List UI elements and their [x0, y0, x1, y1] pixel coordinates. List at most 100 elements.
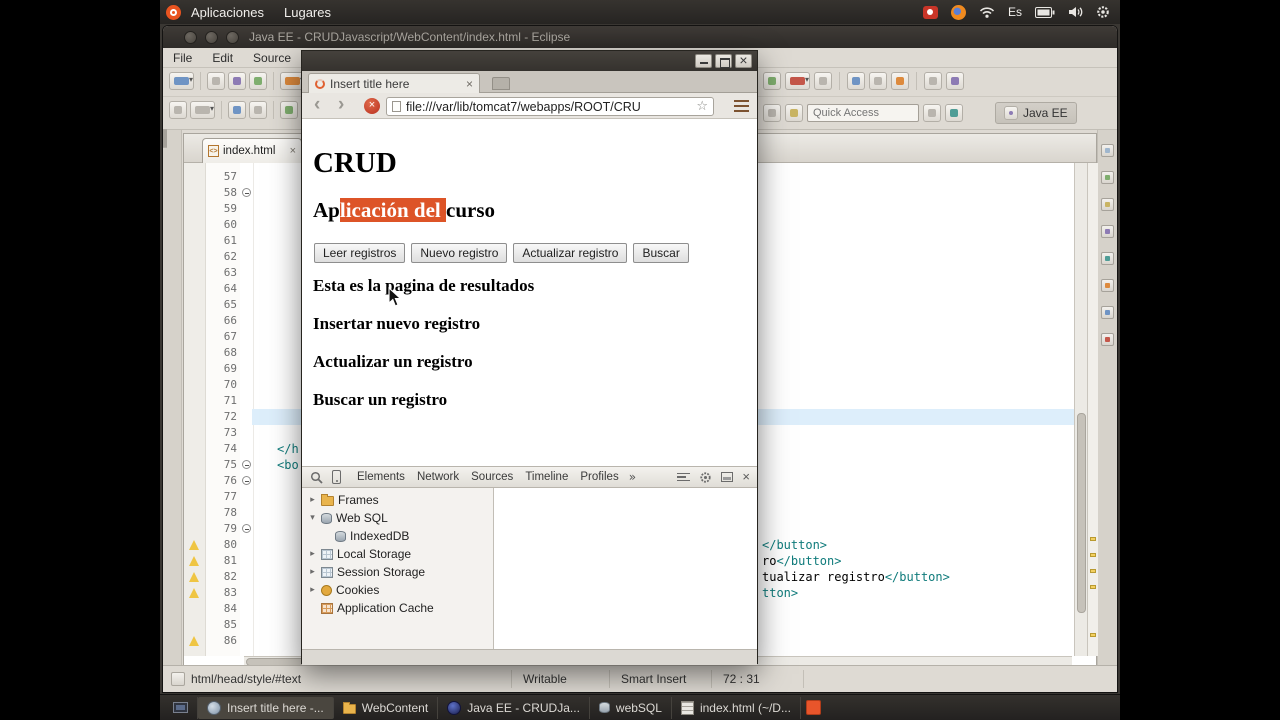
back-history-icon[interactable] [190, 101, 215, 119]
run-server-icon[interactable] [763, 72, 781, 90]
minimize-window-icon[interactable] [695, 54, 712, 68]
perspective-switcher-icon[interactable] [945, 104, 963, 122]
close-tab-icon[interactable]: × [466, 77, 473, 91]
task-list-view-icon[interactable] [1101, 171, 1114, 184]
expander-icon[interactable]: ▸ [308, 549, 317, 559]
open-type-icon[interactable] [891, 72, 909, 90]
notification-badge[interactable] [805, 700, 821, 715]
maximize-window-icon[interactable] [715, 54, 732, 68]
taskbar-item[interactable]: webSQL [590, 696, 672, 719]
keyboard-layout-indicator[interactable]: Es [1008, 5, 1022, 19]
warning-icon[interactable] [189, 588, 199, 598]
publish-icon[interactable] [814, 72, 832, 90]
editor-tab-index-html[interactable]: <> index.html × [202, 138, 302, 163]
warning-marker[interactable] [1090, 537, 1096, 541]
open-perspective-icon[interactable] [923, 104, 941, 122]
save-icon[interactable] [207, 72, 225, 90]
console-drawer-icon[interactable] [677, 472, 691, 482]
fold-toggle-icon[interactable] [242, 524, 251, 533]
minimize-window-icon[interactable] [205, 30, 218, 44]
servers-view-icon[interactable] [1101, 252, 1114, 265]
warning-icon[interactable] [189, 540, 199, 550]
fold-toggle-icon[interactable] [242, 188, 251, 197]
search-icon[interactable] [924, 72, 942, 90]
menu-hamburger-icon[interactable] [734, 100, 749, 112]
eclipse-titlebar[interactable]: Java EE - CRUDJavascript/WebContent/inde… [163, 26, 1117, 48]
bookmark-star-icon[interactable]: ☆ [696, 99, 708, 114]
overview-ruler[interactable] [1087, 163, 1098, 656]
firefox-icon[interactable] [950, 4, 966, 20]
tree-item-local-storage[interactable]: ▸ Local Storage [302, 545, 493, 563]
warning-icon[interactable] [189, 572, 199, 582]
menu-file[interactable]: File [163, 51, 202, 65]
fold-toggle-icon[interactable] [242, 476, 251, 485]
stop-server-icon[interactable] [785, 72, 810, 90]
dock-side-icon[interactable] [721, 472, 734, 482]
url-bar[interactable]: file:///var/lib/tomcat7/webapps/ROOT/CRU… [386, 97, 714, 116]
warning-marker[interactable] [1090, 569, 1096, 573]
save-all-icon[interactable] [228, 72, 246, 90]
warning-icon[interactable] [189, 556, 199, 566]
devtools-tab-profiles[interactable]: Profiles [574, 471, 624, 483]
fold-toggle-icon[interactable] [242, 460, 251, 469]
browser-tab-active[interactable]: Insert title here × [308, 73, 480, 93]
restore-outline-icon[interactable] [165, 129, 167, 148]
devtools-tab-network[interactable]: Network [411, 471, 465, 483]
close-window-icon[interactable] [735, 52, 752, 68]
tree-item-web-sql[interactable]: ▾ Web SQL [302, 509, 493, 527]
tree-item-session-storage[interactable]: ▸ Session Storage [302, 563, 493, 581]
tree-item-cookies[interactable]: ▸ Cookies [302, 581, 493, 599]
perspective-java-ee-button[interactable]: Java EE [995, 102, 1077, 124]
menu-edit[interactable]: Edit [202, 51, 243, 65]
annotations-icon[interactable] [946, 72, 964, 90]
expander-icon[interactable]: ▾ [308, 513, 317, 523]
menu-lugares[interactable]: Lugares [274, 5, 341, 20]
crud-button-buscar[interactable]: Buscar [633, 243, 689, 263]
last-edit-location-icon[interactable] [169, 101, 187, 119]
tree-item-indexeddb[interactable]: IndexedDB [302, 527, 493, 545]
quick-access-input[interactable] [807, 104, 919, 122]
scrollbar-thumb[interactable] [1077, 413, 1086, 613]
pin-editor-icon[interactable] [763, 104, 781, 122]
warning-icon[interactable] [189, 636, 199, 646]
browser-titlebar[interactable] [302, 51, 757, 71]
bookmarks-icon[interactable] [785, 104, 803, 122]
print-icon[interactable] [249, 72, 267, 90]
taskbar-item[interactable]: Insert title here -... [198, 696, 334, 719]
properties-view-icon[interactable] [1101, 279, 1114, 292]
stop-loading-icon[interactable]: × [364, 98, 380, 114]
new-wizard-icon[interactable] [169, 72, 194, 90]
forward-icon[interactable]: › [338, 94, 344, 116]
expander-icon[interactable]: ▸ [308, 495, 317, 505]
taskbar-item[interactable]: Java EE - CRUDJa... [438, 696, 590, 719]
more-tabs-icon[interactable]: » [625, 470, 640, 484]
taskbar-item[interactable]: index.html (~/D... [672, 696, 801, 719]
devtools-search-icon[interactable] [310, 471, 323, 484]
battery-icon[interactable] [1035, 6, 1055, 18]
expander-icon[interactable]: ▸ [308, 585, 317, 595]
warning-marker[interactable] [1090, 585, 1096, 589]
url-text[interactable]: file:///var/lib/tomcat7/webapps/ROOT/CRU [406, 100, 691, 114]
crud-button-actualizar-registro[interactable]: Actualizar registro [513, 243, 628, 263]
wifi-icon[interactable] [979, 6, 995, 18]
screen-recorder-icon[interactable] [922, 5, 938, 19]
menu-source[interactable]: Source [243, 51, 301, 65]
next-annotation-icon[interactable] [249, 101, 267, 119]
new-package-icon[interactable] [869, 72, 887, 90]
distributor-logo-icon[interactable] [166, 4, 181, 20]
new-java-class-icon[interactable] [847, 72, 865, 90]
taskbar-item[interactable]: WebContent [334, 696, 439, 719]
console-view-icon[interactable] [1101, 306, 1114, 319]
outline-view-icon[interactable] [1101, 144, 1114, 157]
crud-button-leer-registros[interactable]: Leer registros [314, 243, 406, 263]
devtools-settings-gear-icon[interactable] [699, 471, 712, 484]
warning-marker[interactable] [1090, 633, 1096, 637]
back-icon[interactable]: ‹ [314, 94, 320, 116]
previous-annotation-icon[interactable] [280, 101, 298, 119]
devtools-detail-pane[interactable] [495, 488, 757, 649]
devtools-tab-elements[interactable]: Elements [351, 471, 411, 483]
palette-view-icon[interactable] [1101, 225, 1114, 238]
device-mode-icon[interactable] [332, 470, 341, 484]
expander-icon[interactable]: ▸ [308, 567, 317, 577]
close-devtools-icon[interactable]: × [742, 470, 750, 483]
